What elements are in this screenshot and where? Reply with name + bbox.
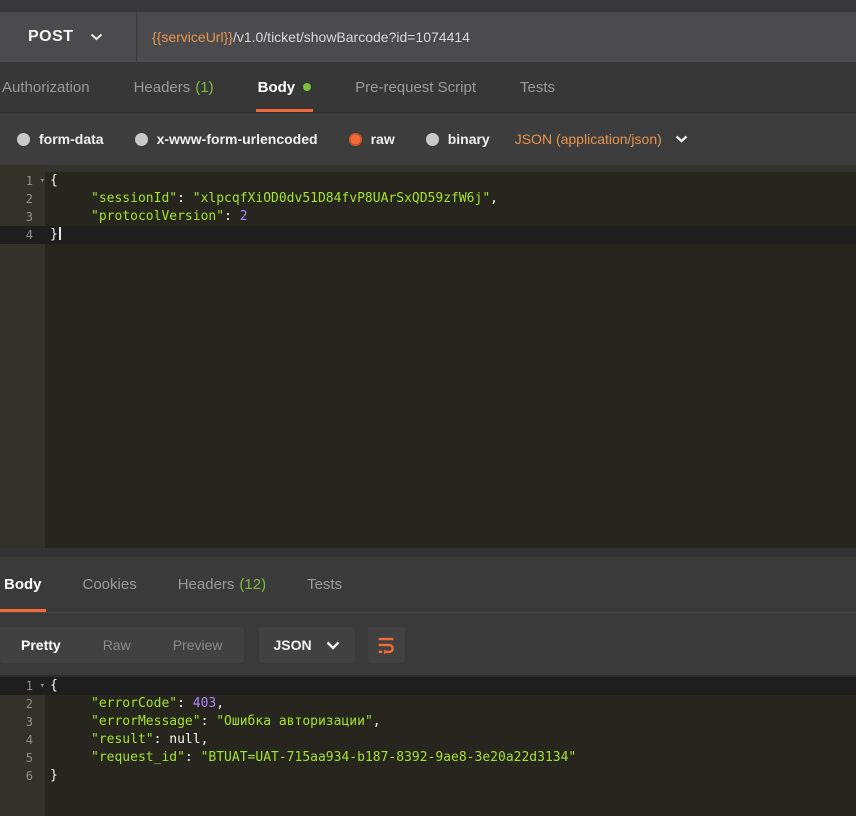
response-format-dropdown[interactable]: JSON: [258, 627, 355, 663]
code-line: 2 "errorCode": 403,: [25, 696, 225, 711]
radio-label: binary: [447, 131, 490, 147]
content-type-label: JSON (application/json): [514, 131, 662, 147]
code-line: 6 }: [25, 768, 58, 783]
tab-label: Authorization: [2, 78, 90, 96]
tab-label: Tests: [307, 576, 343, 593]
text-cursor: [58, 227, 61, 240]
section-divider: [0, 548, 856, 557]
response-tab-cookies[interactable]: Cookies: [79, 557, 141, 612]
tab-label: Body: [4, 576, 42, 593]
tab-label: Headers: [133, 78, 191, 96]
code-line-current: 4 }: [0, 226, 856, 244]
radio-form-data[interactable]: form-data: [17, 131, 104, 147]
tab-body[interactable]: Body: [256, 62, 314, 112]
tab-label: Pre-request Script: [355, 78, 476, 96]
response-tab-headers[interactable]: Headers (12): [174, 557, 270, 612]
view-raw-button[interactable]: Raw: [82, 627, 152, 663]
radio-label: x-www-form-urlencoded: [156, 131, 318, 147]
content-type-dropdown[interactable]: JSON (application/json): [515, 131, 688, 147]
radio-binary[interactable]: binary: [425, 131, 490, 147]
radio-x-www-form-urlencoded[interactable]: x-www-form-urlencoded: [134, 131, 318, 147]
code-line: 3 "errorMessage": "Ошибка авторизации",: [25, 714, 381, 729]
response-tab-tests[interactable]: Tests: [303, 557, 346, 612]
text-wrap-icon: [378, 637, 394, 655]
code-line: 4 "result": null,: [25, 732, 209, 747]
window-top-strip: [0, 0, 856, 12]
method-label: POST: [28, 28, 74, 45]
wrap-text-button[interactable]: [367, 627, 405, 663]
url-input[interactable]: {{serviceUrl}}/v1.0/ticket/showBarcode?i…: [137, 12, 856, 62]
view-preview-button[interactable]: Preview: [152, 627, 244, 663]
view-mode-segmented-control: Pretty Raw Preview: [0, 627, 244, 663]
chevron-down-icon: [90, 33, 102, 41]
tab-label: Cookies: [82, 576, 137, 593]
body-type-bar: form-data x-www-form-urlencoded raw bina…: [0, 113, 856, 165]
tab-tests[interactable]: Tests: [518, 62, 557, 112]
code-line: 2 "sessionId": "xlpcqfXiOD0dv51D84fvP8UA…: [25, 191, 498, 206]
url-path: /v1.0/ticket/showBarcode?id=1074414: [232, 29, 470, 45]
fold-caret-icon[interactable]: ▾: [40, 172, 45, 190]
body-filled-dot-icon: [303, 83, 312, 91]
response-tabs: Body Cookies Headers (12) Tests: [0, 557, 856, 613]
format-label: JSON: [273, 637, 312, 653]
request-url-bar: POST {{serviceUrl}}/v1.0/ticket/showBarc…: [0, 12, 856, 62]
tab-label: Body: [257, 78, 296, 96]
request-tabs: Authorization Headers (1) Body Pre-reque…: [0, 62, 856, 113]
method-dropdown[interactable]: POST: [0, 12, 137, 62]
fold-caret-icon[interactable]: ▾: [40, 677, 45, 695]
tab-authorization[interactable]: Authorization: [0, 62, 92, 112]
radio-selected-icon: [348, 132, 362, 146]
radio-label: form-data: [39, 131, 104, 147]
tab-headers[interactable]: Headers (1): [132, 62, 216, 112]
chevron-down-icon: [326, 641, 339, 650]
tab-label: Tests: [520, 78, 556, 96]
code-line: 3 "protocolVersion": 2: [25, 209, 248, 224]
radio-label: raw: [370, 131, 395, 147]
request-body-editor[interactable]: 1 ▾ { 2 "sessionId": "xlpcqfXiOD0dv51D84f…: [0, 165, 856, 548]
tab-label: Headers: [177, 576, 235, 593]
headers-count-badge: (1): [195, 78, 214, 96]
view-pretty-button[interactable]: Pretty: [0, 627, 82, 663]
code-line: 1 ▾ {: [25, 172, 58, 190]
radio-raw[interactable]: raw: [348, 131, 395, 147]
tab-pre-request-script[interactable]: Pre-request Script: [353, 62, 478, 112]
radio-icon: [425, 132, 439, 146]
postman-window: POST {{serviceUrl}}/v1.0/ticket/showBarc…: [0, 0, 856, 816]
radio-icon: [134, 132, 148, 146]
chevron-down-icon: [675, 135, 688, 143]
response-body-editor[interactable]: 1 ▾ { 2 "errorCode": 403, 3 "errorMessage…: [0, 675, 856, 816]
headers-count-badge: (12): [239, 576, 267, 593]
code-line: 5 "request_id": "BTUAT=UAT-715aa934-b187…: [25, 750, 577, 765]
url-env-variable: {{serviceUrl}}: [152, 29, 233, 45]
response-toolbar: Pretty Raw Preview JSON: [0, 613, 856, 675]
code-line-current: 1 ▾ {: [0, 677, 856, 695]
radio-icon: [17, 132, 30, 146]
editor-top-strip: [0, 165, 856, 172]
response-tab-body[interactable]: Body: [0, 557, 46, 612]
